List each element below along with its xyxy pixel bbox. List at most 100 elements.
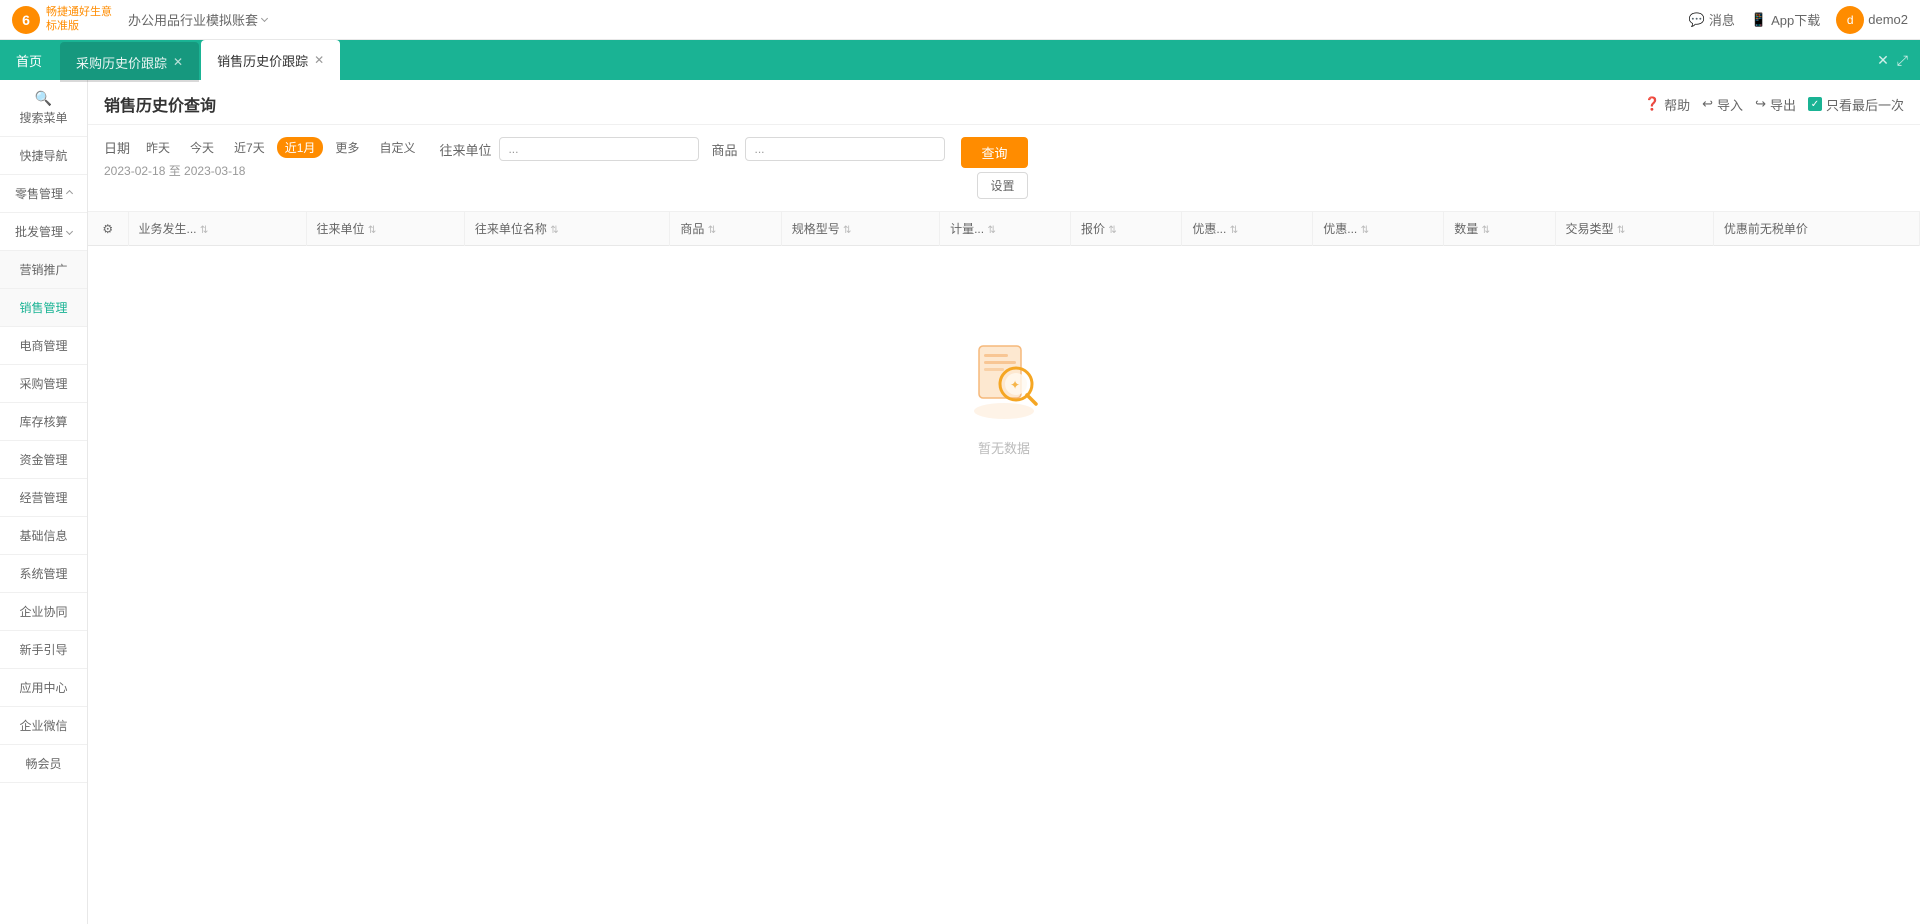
sidebar-item-sales-mgmt[interactable]: 销售管理: [0, 289, 87, 327]
col-unit[interactable]: 计量... ⇅: [940, 212, 1071, 246]
sort-icon: ⇅: [987, 225, 995, 236]
query-button[interactable]: 查询: [961, 137, 1027, 168]
content-area: 销售历史价查询 ❓ 帮助 ↩ 导入 ↪ 导出 ✓: [88, 80, 1920, 924]
sidebar-item-app-center[interactable]: 应用中心: [0, 669, 87, 707]
tab-home[interactable]: 首页: [0, 40, 58, 80]
import-icon: ↩: [1702, 96, 1713, 112]
col-pretax-price[interactable]: 优惠前无税单价: [1713, 212, 1919, 246]
help-icon: ❓: [1644, 96, 1660, 112]
tab-purchase-history-close[interactable]: ✕: [173, 55, 183, 69]
col-unit-name[interactable]: 往来单位名称 ⇅: [464, 212, 669, 246]
sidebar-item-operation[interactable]: 经营管理: [0, 479, 87, 517]
close-window-icon[interactable]: ✕: [1877, 52, 1889, 69]
sidebar-item-enterprise[interactable]: 企业协同: [0, 593, 87, 631]
checkbox-icon: ✓: [1808, 97, 1822, 111]
sidebar-item-wechat[interactable]: 企业微信: [0, 707, 87, 745]
date-filter-group: 日期 昨天 今天 近7天 近1月 更多 自定义 2023-02-18 至 202…: [104, 137, 423, 179]
sidebar-item-purchase[interactable]: 采购管理: [0, 365, 87, 403]
sidebar-item-marketing[interactable]: 营销推广: [0, 251, 87, 289]
col-price[interactable]: 报价 ⇅: [1071, 212, 1182, 246]
sort-icon: ⇅: [368, 225, 376, 236]
col-product[interactable]: 商品 ⇅: [670, 212, 781, 246]
tab-bar-right: ✕ ⤢: [1877, 52, 1920, 69]
app-download-btn[interactable]: 📱 App下载: [1751, 10, 1820, 29]
sidebar-item-quick-nav[interactable]: 快捷导航: [0, 137, 87, 175]
sort-icon: ⇅: [550, 225, 558, 236]
data-table: ⚙ 业务发生... ⇅ 往来单位 ⇅: [88, 212, 1920, 246]
unit-label: 往来单位: [439, 140, 491, 159]
col-quantity[interactable]: 数量 ⇅: [1444, 212, 1555, 246]
sidebar-item-member[interactable]: 畅会员: [0, 745, 87, 783]
sidebar-item-wholesale-mgmt[interactable]: 批发管理: [0, 213, 87, 251]
date-buttons: 昨天 今天 近7天 近1月 更多 自定义: [138, 137, 423, 158]
col-discount-rate[interactable]: 优惠... ⇅: [1182, 212, 1313, 246]
sidebar-item-finance[interactable]: 资金管理: [0, 441, 87, 479]
filter-area: 日期 昨天 今天 近7天 近1月 更多 自定义 2023-02-18 至 202…: [88, 125, 1920, 212]
table-header: ⚙ 业务发生... ⇅ 往来单位 ⇅: [88, 212, 1920, 246]
maximize-icon[interactable]: ⤢: [1897, 52, 1908, 69]
sort-icon: ⇅: [200, 225, 208, 236]
sidebar-item-system[interactable]: 系统管理: [0, 555, 87, 593]
help-btn[interactable]: ❓ 帮助: [1644, 95, 1690, 114]
empty-icon: ✦: [954, 326, 1054, 426]
empty-text: 暂无数据: [978, 438, 1030, 457]
unit-input[interactable]: ...: [499, 137, 699, 161]
sort-icon: ⇅: [1482, 225, 1490, 236]
sort-icon: ⇅: [1361, 225, 1369, 236]
date-btn-yesterday[interactable]: 昨天: [138, 137, 178, 158]
table-area: ⚙ 业务发生... ⇅ 往来单位 ⇅: [88, 212, 1920, 537]
col-unit-code[interactable]: 往来单位 ⇅: [306, 212, 464, 246]
sidebar-item-retail-mgmt[interactable]: 零售管理: [0, 175, 87, 213]
page-title: 销售历史价查询: [104, 92, 216, 116]
date-btn-today[interactable]: 今天: [182, 137, 222, 158]
search-icon: 🔍: [35, 90, 52, 107]
download-icon: 📱: [1751, 12, 1767, 28]
date-filter-row: 日期 昨天 今天 近7天 近1月 更多 自定义: [104, 137, 423, 158]
chevron-icon: [66, 190, 73, 197]
avatar: d: [1836, 6, 1864, 34]
product-filter: 商品 ...: [711, 137, 945, 161]
col-trade-type[interactable]: 交易类型 ⇅: [1555, 212, 1713, 246]
only-last-checkbox[interactable]: ✓ 只看最后一次: [1808, 95, 1904, 114]
logo-text: 畅捷通好生意 标准版: [46, 6, 112, 32]
tab-purchase-history[interactable]: 采购历史价跟踪 ✕: [60, 42, 199, 82]
chevron-up-icon: [66, 228, 73, 235]
sort-icon: ⇅: [708, 225, 716, 236]
table-settings-icon[interactable]: ⚙: [102, 222, 113, 236]
date-btn-7days[interactable]: 近7天: [226, 137, 273, 158]
date-btn-1month[interactable]: 近1月: [277, 137, 324, 158]
sort-icon: ⇅: [843, 225, 851, 236]
sidebar-item-ecommerce[interactable]: 电商管理: [0, 327, 87, 365]
query-settings: 查询 设置: [961, 137, 1027, 199]
message-icon: 💬: [1689, 12, 1705, 28]
top-bar: 6 畅捷通好生意 标准版 办公用品行业模拟账套 💬 消息 📱 App下载 d d…: [0, 0, 1920, 40]
sidebar-item-inventory[interactable]: 库存核算: [0, 403, 87, 441]
empty-state: ✦ 暂无数据: [88, 246, 1920, 537]
sidebar-item-search-menu[interactable]: 🔍 搜索菜单: [0, 80, 87, 137]
tab-sales-history-close[interactable]: ✕: [314, 53, 324, 67]
page-header: 销售历史价查询 ❓ 帮助 ↩ 导入 ↪ 导出 ✓: [88, 80, 1920, 125]
message-btn[interactable]: 💬 消息: [1689, 10, 1735, 29]
sidebar: 🔍 搜索菜单 快捷导航 零售管理 批发管理 营销推广 销售管理 电商管理 采购管…: [0, 80, 88, 924]
tab-sales-history[interactable]: 销售历史价跟踪 ✕: [201, 40, 340, 80]
unit-filter: 往来单位 ...: [439, 137, 699, 161]
settings-button[interactable]: 设置: [977, 172, 1027, 199]
chevron-down-icon: [261, 14, 268, 21]
col-settings[interactable]: ⚙: [88, 212, 128, 246]
import-btn[interactable]: ↩ 导入: [1702, 95, 1743, 114]
product-input[interactable]: ...: [745, 137, 945, 161]
main-layout: 🔍 搜索菜单 快捷导航 零售管理 批发管理 营销推广 销售管理 电商管理 采购管…: [0, 80, 1920, 924]
date-btn-custom[interactable]: 自定义: [371, 137, 423, 158]
product-label: 商品: [711, 140, 737, 159]
col-discount-amt[interactable]: 优惠... ⇅: [1313, 212, 1444, 246]
sidebar-item-base-info[interactable]: 基础信息: [0, 517, 87, 555]
sidebar-item-guide[interactable]: 新手引导: [0, 631, 87, 669]
col-spec[interactable]: 规格型号 ⇅: [781, 212, 939, 246]
date-btn-more[interactable]: 更多: [327, 137, 367, 158]
col-biz-date[interactable]: 业务发生... ⇅: [128, 212, 306, 246]
app-selector[interactable]: 办公用品行业模拟账套: [120, 6, 275, 33]
user-menu[interactable]: d demo2: [1836, 6, 1908, 34]
filter-input-group: 往来单位 ... 商品 ...: [439, 137, 945, 161]
export-btn[interactable]: ↪ 导出: [1755, 95, 1796, 114]
logo-area: 6 畅捷通好生意 标准版: [12, 6, 112, 34]
